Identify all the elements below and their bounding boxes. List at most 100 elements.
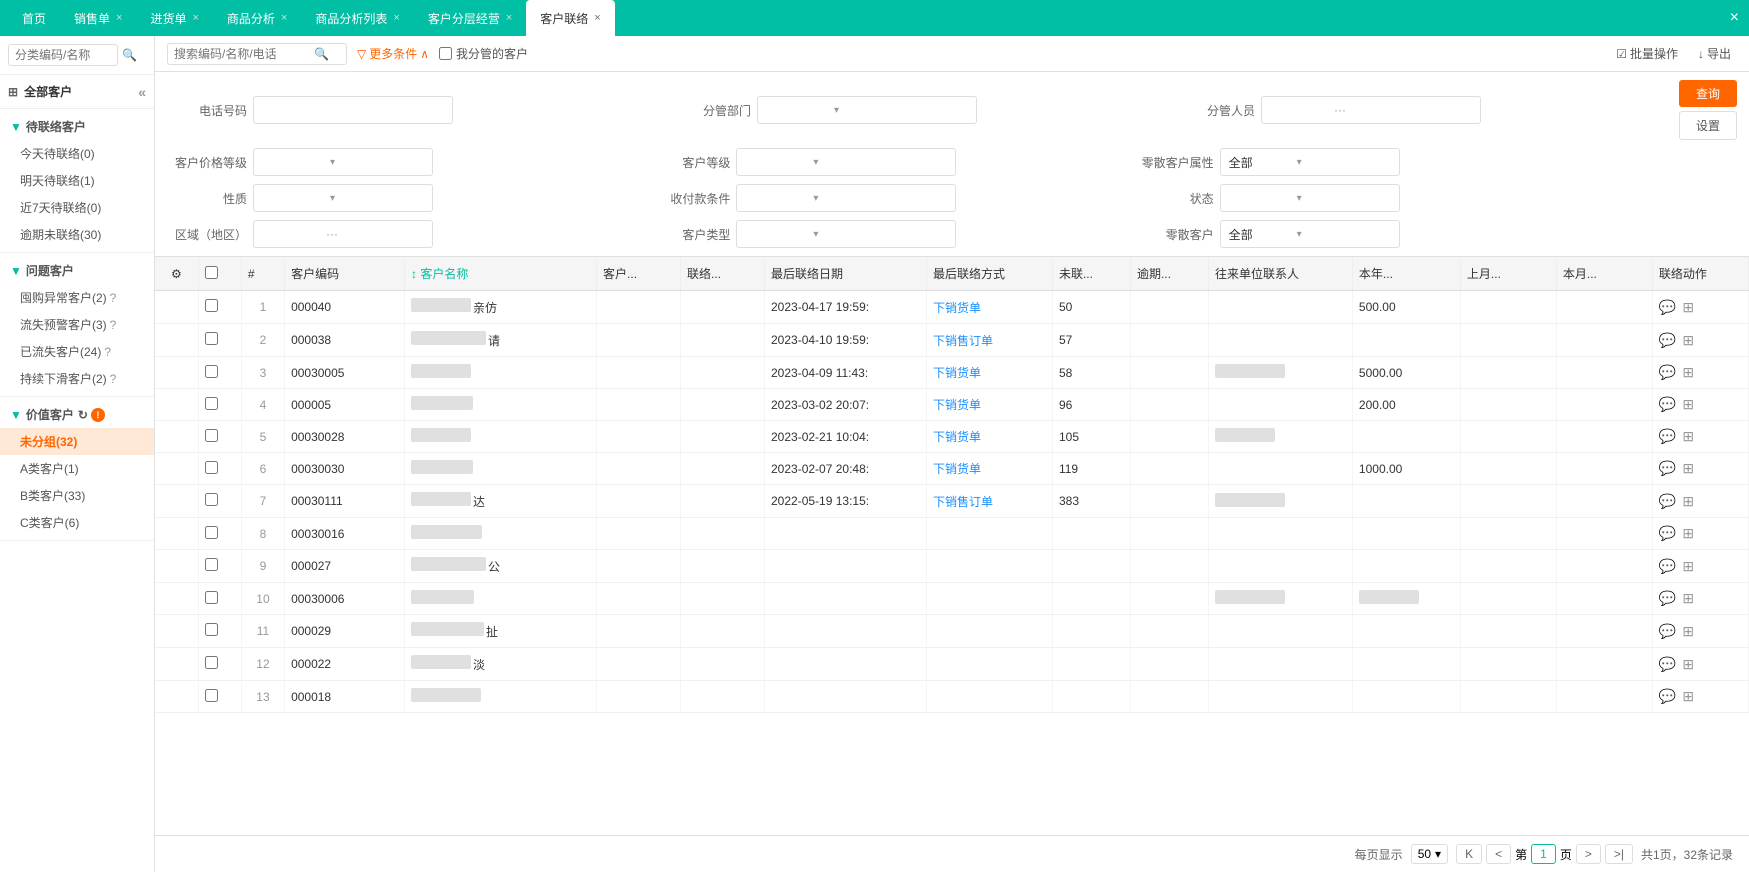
cell-check[interactable] [198, 518, 241, 550]
first-page-btn[interactable]: K [1456, 844, 1482, 864]
column-action[interactable]: 联络动作 [1652, 257, 1748, 291]
apps-icon[interactable]: ⊞ [1682, 364, 1694, 381]
row-checkbox[interactable] [205, 461, 218, 474]
nav-close-button[interactable]: × [1730, 9, 1739, 27]
close-sales-icon[interactable]: × [116, 12, 122, 24]
row-checkbox[interactable] [205, 558, 218, 571]
price-level-select[interactable]: ▾ [253, 148, 433, 176]
row-checkbox[interactable] [205, 493, 218, 506]
next-page-btn[interactable]: > [1576, 844, 1601, 864]
sidebar-search-input[interactable] [8, 44, 118, 66]
chat-icon[interactable]: 💬 [1659, 396, 1676, 413]
page-size-select[interactable]: 50 ▾ [1411, 844, 1448, 864]
chat-icon[interactable]: 💬 [1659, 590, 1676, 607]
apps-icon[interactable]: ⊞ [1682, 396, 1694, 413]
row-checkbox[interactable] [205, 656, 218, 669]
column-type[interactable]: 客户... [597, 257, 681, 291]
apps-icon[interactable]: ⊞ [1682, 493, 1694, 510]
tab-product-analysis-list[interactable]: 商品分析列表 × [301, 0, 413, 36]
sidebar-item-churn-warning[interactable]: 流失预警客户(3) ? [0, 311, 154, 338]
sparse-attr-select[interactable]: 全部 ▾ [1220, 148, 1400, 176]
chat-icon[interactable]: 💬 [1659, 558, 1676, 575]
apps-icon[interactable]: ⊞ [1682, 332, 1694, 349]
chat-icon[interactable]: 💬 [1659, 332, 1676, 349]
column-gear[interactable]: ⚙ [155, 257, 198, 291]
row-checkbox[interactable] [205, 526, 218, 539]
person-ellipsis-icon[interactable]: ··· [1334, 103, 1346, 117]
cell-check[interactable] [198, 615, 241, 648]
chat-icon[interactable]: 💬 [1659, 688, 1676, 705]
chat-icon[interactable]: 💬 [1659, 656, 1676, 673]
column-not-contacted[interactable]: 未联... [1052, 257, 1130, 291]
my-customer-input[interactable] [439, 47, 452, 60]
row-checkbox[interactable] [205, 623, 218, 636]
column-overdue[interactable]: 逾期... [1130, 257, 1208, 291]
tab-home[interactable]: 首页 [8, 0, 60, 36]
export-btn[interactable]: ↓ 导出 [1692, 42, 1737, 65]
cell-check[interactable] [198, 583, 241, 615]
sidebar-item-class-a[interactable]: A类客户(1) [0, 455, 154, 482]
sidebar-item-churned[interactable]: 已流失客户(24) ? [0, 338, 154, 365]
column-contact-person[interactable]: 往来单位联系人 [1208, 257, 1352, 291]
payment-select[interactable]: ▾ [736, 184, 956, 212]
person-select[interactable]: ··· [1261, 96, 1481, 124]
region-select[interactable]: ··· [253, 220, 433, 248]
prev-page-btn[interactable]: < [1486, 844, 1511, 864]
contact-method-link[interactable]: 下销货单 [933, 430, 981, 444]
cell-check[interactable] [198, 648, 241, 681]
customer-type-select[interactable]: ▾ [736, 220, 956, 248]
value-customer-title[interactable]: ▼ 价值客户 ↻ ! [0, 401, 154, 428]
row-checkbox[interactable] [205, 689, 218, 702]
column-check[interactable] [198, 257, 241, 291]
column-last-contact-date[interactable]: 最后联络日期 [765, 257, 927, 291]
column-last-contact-method[interactable]: 最后联络方式 [926, 257, 1052, 291]
row-checkbox[interactable] [205, 299, 218, 312]
cell-check[interactable] [198, 453, 241, 485]
apps-icon[interactable]: ⊞ [1682, 558, 1694, 575]
chat-icon[interactable]: 💬 [1659, 460, 1676, 477]
close-product-analysis-icon[interactable]: × [281, 12, 287, 24]
filter-search-input[interactable] [174, 47, 314, 61]
sidebar-item-overdue[interactable]: 逾期未联络(30) [0, 221, 154, 248]
apps-icon[interactable]: ⊞ [1682, 590, 1694, 607]
cell-check[interactable] [198, 389, 241, 421]
contact-method-link[interactable]: 下销货单 [933, 462, 981, 476]
column-this-year[interactable]: 本年... [1352, 257, 1460, 291]
nature-select[interactable]: ▾ [253, 184, 433, 212]
contact-method-link[interactable]: 下销售订单 [933, 495, 993, 509]
chat-icon[interactable]: 💬 [1659, 428, 1676, 445]
cell-check[interactable] [198, 357, 241, 389]
apps-icon[interactable]: ⊞ [1682, 623, 1694, 640]
tab-product-analysis[interactable]: 商品分析 × [213, 0, 301, 36]
row-checkbox[interactable] [205, 332, 218, 345]
row-checkbox[interactable] [205, 591, 218, 604]
column-name[interactable]: ↕ 客户名称 [405, 257, 597, 291]
dept-select[interactable]: ▾ [757, 96, 977, 124]
query-button[interactable]: 查询 [1679, 80, 1737, 107]
sidebar-item-abnormal[interactable]: 囤购异常客户(2) ? [0, 284, 154, 311]
select-all-checkbox[interactable] [205, 266, 218, 279]
tab-customer-contact[interactable]: 客户联络 × [526, 0, 614, 36]
chat-icon[interactable]: 💬 [1659, 623, 1676, 640]
column-last-month[interactable]: 上月... [1460, 257, 1556, 291]
apps-icon[interactable]: ⊞ [1682, 688, 1694, 705]
row-checkbox[interactable] [205, 429, 218, 442]
sidebar-item-tomorrow[interactable]: 明天待联络(1) [0, 167, 154, 194]
apps-icon[interactable]: ⊞ [1682, 656, 1694, 673]
sidebar-item-week[interactable]: 近7天待联络(0) [0, 194, 154, 221]
sidebar-item-declining[interactable]: 持续下滑客户(2) ? [0, 365, 154, 392]
contact-method-link[interactable]: 下销售订单 [933, 334, 993, 348]
chat-icon[interactable]: 💬 [1659, 525, 1676, 542]
row-checkbox[interactable] [205, 365, 218, 378]
collapse-icon[interactable]: « [138, 84, 146, 100]
phone-input[interactable] [253, 96, 453, 124]
apps-icon[interactable]: ⊞ [1682, 525, 1694, 542]
problem-customer-title[interactable]: ▼ 问题客户 [0, 257, 154, 284]
row-checkbox[interactable] [205, 397, 218, 410]
contact-method-link[interactable]: 下销货单 [933, 398, 981, 412]
batch-ops-btn[interactable]: ☑ 批量操作 [1610, 42, 1684, 65]
tab-sales[interactable]: 销售单 × [60, 0, 136, 36]
column-this-month[interactable]: 本月... [1556, 257, 1652, 291]
all-customers-header[interactable]: ⊞ 全部客户 « [0, 75, 154, 109]
cell-check[interactable] [198, 485, 241, 518]
